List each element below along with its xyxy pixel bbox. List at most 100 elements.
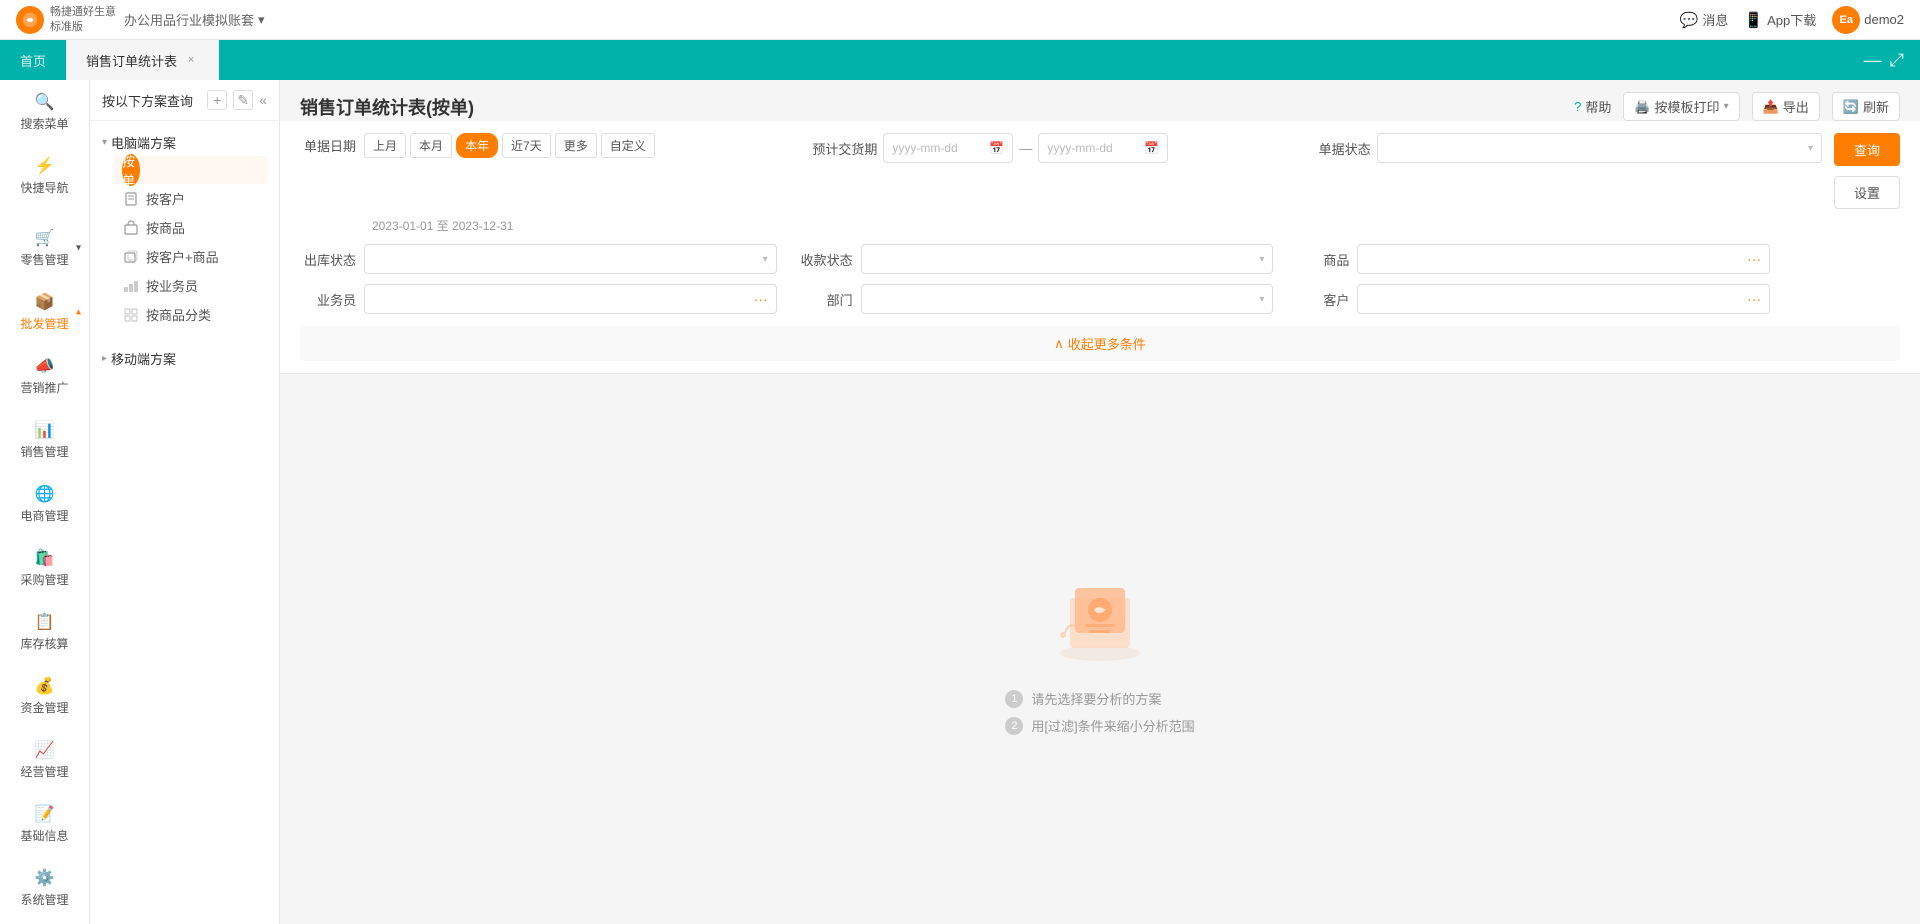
- export-btn[interactable]: 📤 导出: [1752, 92, 1820, 121]
- date-range-display: 2023-01-01 至 2023-12-31: [300, 217, 1900, 234]
- maximize-window-btn[interactable]: ⤢: [1890, 50, 1904, 71]
- basic-icon: 📝: [35, 804, 55, 824]
- query-btn[interactable]: 查询: [1834, 133, 1900, 166]
- department-select[interactable]: ▾: [861, 284, 1274, 314]
- refresh-btn[interactable]: 🔄 刷新: [1832, 92, 1900, 121]
- sidebar-item-enterprise[interactable]: 🤝 企业协同: [0, 920, 89, 924]
- scheme-item-by-goods[interactable]: 按商品: [114, 213, 267, 242]
- tab-sales-order-stats[interactable]: 销售订单统计表 ×: [66, 40, 219, 80]
- out-status-arrow: ▾: [763, 254, 768, 265]
- customer-input[interactable]: ···: [1357, 284, 1770, 314]
- message-icon: 💬: [1680, 11, 1699, 29]
- filter-row-3: 业务员 ··· 部门 ▾ 客户: [300, 284, 1900, 314]
- expected-delivery-label: 预计交货期: [807, 139, 877, 158]
- delivery-date-start-input[interactable]: yyyy-mm-dd 📅: [883, 133, 1013, 163]
- sidebar-item-operations[interactable]: 📈 经营管理: [0, 728, 89, 792]
- app-name: 办公用品行业模拟账套: [124, 10, 254, 29]
- page-header: 销售订单统计表(按单) ? 帮助 🖨️ 按模板打印 ▾ 📤 导出: [280, 80, 1920, 121]
- inventory-icon: 📋: [35, 612, 55, 632]
- by-customer-icon: [122, 190, 140, 208]
- help-btn[interactable]: ? 帮助: [1574, 97, 1611, 116]
- operations-icon: 📈: [35, 740, 55, 760]
- goods-input[interactable]: ···: [1357, 244, 1770, 274]
- sidebar-item-ecommerce[interactable]: 🌐 电商管理: [0, 472, 89, 536]
- sidebar-item-inventory[interactable]: 📋 库存核算: [0, 600, 89, 664]
- minimize-window-btn[interactable]: —: [1864, 50, 1882, 71]
- scheme-group-mobile-header[interactable]: ▸ 移动端方案: [102, 345, 267, 372]
- last7days-btn[interactable]: 近7天: [502, 133, 551, 158]
- goods-label: 商品: [1293, 250, 1349, 269]
- sidebar-item-wholesale[interactable]: 📦 批发管理 ▴: [0, 280, 89, 344]
- app-download-btn[interactable]: 📱 App下载: [1744, 10, 1816, 29]
- by-goods-category-icon: [122, 306, 140, 324]
- scheme-panel-title: 按以下方案查询: [102, 91, 193, 110]
- sidebar-item-sales[interactable]: 📊 销售管理: [0, 408, 89, 472]
- top-bar-left: 畅捷通好生意 标准版 办公用品行业模拟账套 ▾: [16, 5, 265, 34]
- last-month-btn[interactable]: 上月: [364, 133, 406, 158]
- filter-area: 单据日期 上月 本月 本年 近7天 更多 自定义 预计交货期: [280, 121, 1920, 374]
- marketing-icon: 📣: [35, 356, 55, 376]
- this-month-btn[interactable]: 本月: [410, 133, 452, 158]
- collapse-filter-btn[interactable]: ∧ 收起更多条件: [300, 326, 1900, 361]
- scheme-item-by-goods-category[interactable]: 按商品分类: [114, 300, 267, 329]
- tip-2-num: 2: [1005, 717, 1023, 735]
- sidebar-item-quick-nav[interactable]: ⚡ 快捷导航: [0, 144, 89, 208]
- empty-state-illustration: [1035, 563, 1165, 673]
- by-customer-goods-icon: [122, 248, 140, 266]
- department-label: 部门: [797, 290, 853, 309]
- customer-ellipsis[interactable]: ···: [1747, 291, 1761, 307]
- salesperson-input[interactable]: ···: [364, 284, 777, 314]
- collection-status-arrow: ▾: [1259, 254, 1264, 265]
- department-cell: 部门 ▾: [777, 284, 1274, 314]
- top-bar-right: 💬 消息 📱 App下载 Ea demo2: [1680, 6, 1904, 34]
- bill-status-select[interactable]: ▾: [1377, 133, 1822, 163]
- app-selector[interactable]: 办公用品行业模拟账套 ▾: [124, 10, 265, 29]
- goods-cell: 商品 ···: [1273, 244, 1770, 274]
- more-date-btn[interactable]: 更多: [555, 133, 597, 158]
- sidebar: 🔍 搜索菜单 ⚡ 快捷导航 🛒 零售管理 ▾ 📦 批发管理 ▴ 📣 营销推广 📊…: [0, 80, 90, 924]
- out-status-cell: 出库状态 ▾: [300, 244, 777, 274]
- delivery-date-end-input[interactable]: yyyy-mm-dd 📅: [1038, 133, 1168, 163]
- collapse-scheme-panel-btn[interactable]: «: [259, 92, 267, 108]
- sidebar-item-basic[interactable]: 📝 基础信息: [0, 792, 89, 856]
- sidebar-item-purchase[interactable]: 🛍️ 采购管理: [0, 536, 89, 600]
- salesperson-ellipsis[interactable]: ···: [754, 291, 768, 307]
- search-menu-icon: 🔍: [35, 92, 55, 112]
- scheme-group-mobile: ▸ 移动端方案: [90, 337, 279, 380]
- sidebar-item-search-menu[interactable]: 🔍 搜索菜单: [0, 80, 89, 144]
- this-year-btn[interactable]: 本年: [456, 133, 498, 158]
- user-profile[interactable]: Ea demo2: [1832, 6, 1904, 34]
- purchase-icon: 🛍️: [35, 548, 55, 568]
- print-btn[interactable]: 🖨️ 按模板打印 ▾: [1623, 92, 1739, 121]
- refresh-icon: 🔄: [1843, 99, 1859, 115]
- user-avatar: Ea: [1832, 6, 1860, 34]
- main-panel: 销售订单统计表(按单) ? 帮助 🖨️ 按模板打印 ▾ 📤 导出: [280, 80, 1920, 924]
- customer-label: 客户: [1293, 290, 1349, 309]
- sidebar-item-retail[interactable]: 🛒 零售管理 ▾: [0, 216, 89, 280]
- nav-tab-actions: — ⤢: [1864, 50, 1920, 71]
- add-scheme-btn[interactable]: +: [207, 90, 227, 110]
- collection-status-select[interactable]: ▾: [861, 244, 1274, 274]
- collapse-icon: ∧: [1054, 336, 1064, 352]
- quick-nav-icon: ⚡: [35, 156, 55, 176]
- settings-btn[interactable]: 设置: [1834, 176, 1900, 209]
- close-tab-icon[interactable]: ×: [183, 52, 199, 68]
- by-salesperson-icon: [122, 277, 140, 295]
- bill-status-cell: 单据状态 ▾: [1315, 133, 1822, 163]
- sidebar-item-marketing[interactable]: 📣 营销推广: [0, 344, 89, 408]
- scheme-item-by-customer-goods[interactable]: 按客户+商品: [114, 242, 267, 271]
- app-selector-arrow: ▾: [258, 12, 265, 28]
- sidebar-item-system[interactable]: ⚙️ 系统管理: [0, 856, 89, 920]
- goods-ellipsis[interactable]: ···: [1747, 251, 1761, 267]
- collection-status-label: 收款状态: [797, 250, 853, 269]
- out-status-select[interactable]: ▾: [364, 244, 777, 274]
- edit-scheme-btn[interactable]: ✎: [233, 90, 253, 110]
- sidebar-item-finance[interactable]: 💰 资金管理: [0, 664, 89, 728]
- scheme-item-by-order[interactable]: 按单: [114, 156, 267, 184]
- finance-icon: 💰: [35, 676, 55, 696]
- message-btn[interactable]: 💬 消息: [1680, 10, 1729, 29]
- salesperson-cell: 业务员 ···: [300, 284, 777, 314]
- custom-date-btn[interactable]: 自定义: [601, 133, 655, 158]
- tab-home[interactable]: 首页: [0, 40, 66, 80]
- scheme-item-by-salesperson[interactable]: 按业务员: [114, 271, 267, 300]
